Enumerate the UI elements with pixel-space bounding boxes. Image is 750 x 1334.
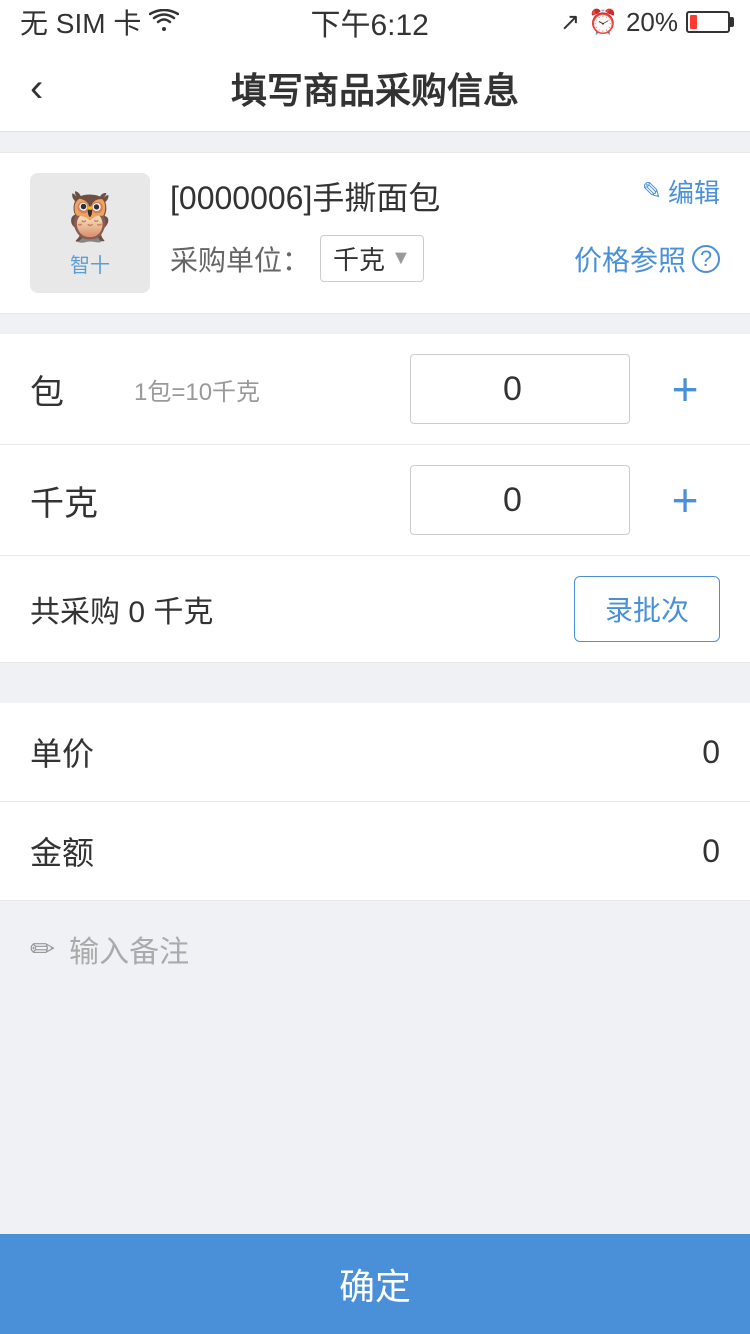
price-ref-label: 价格参照 <box>574 239 686 279</box>
status-right: ↗ ⏰ 20% <box>560 7 730 38</box>
kg-quantity-input[interactable] <box>410 465 630 535</box>
kg-increment-button[interactable]: + <box>650 465 720 535</box>
battery-icon <box>686 11 730 33</box>
alarm-icon: ⏰ <box>588 8 618 37</box>
amount-label: 金额 <box>30 828 702 874</box>
brand-label: 智十 <box>70 249 110 278</box>
unit-price-row: 单价 0 <box>0 703 750 802</box>
kg-label: 千克 <box>30 476 110 525</box>
pack-label: 包 <box>30 365 110 414</box>
pack-increment-button[interactable]: + <box>650 354 720 424</box>
amount-value: 0 <box>702 833 720 870</box>
edit-button[interactable]: ✎ 编辑 <box>642 173 720 210</box>
total-text: 共采购 0 千克 <box>30 587 574 631</box>
product-logo: 🦉 <box>60 188 120 245</box>
unit-value: 千克 <box>333 240 385 277</box>
wifi-icon <box>149 6 179 38</box>
pack-input-row: 包 1包=10千克 + <box>0 334 750 445</box>
section-separator-1 <box>0 314 750 334</box>
product-name: [0000006]手撕面包 <box>170 173 720 219</box>
page-title: 填写商品采购信息 <box>231 62 519 114</box>
back-button[interactable]: ‹ <box>30 68 43 108</box>
product-card: 🦉 智十 ✎ 编辑 [0000006]手撕面包 采购单位： 千克 ▼ 价格参照 … <box>0 152 750 314</box>
kg-input-row: 千克 + <box>0 445 750 556</box>
product-unit-row: 采购单位： 千克 ▼ 价格参照 ? <box>170 235 720 282</box>
unit-price-label: 单价 <box>30 729 702 775</box>
pack-input-section: 包 1包=10千克 + 千克 + 共采购 0 千克 录批次 <box>0 334 750 663</box>
price-reference-button[interactable]: 价格参照 ? <box>574 239 720 279</box>
pricing-section: 单价 0 金额 0 <box>0 703 750 901</box>
battery-percent: 20% <box>626 7 678 38</box>
info-icon: ? <box>692 245 720 273</box>
pack-quantity-input[interactable] <box>410 354 630 424</box>
nav-bar: ‹ 填写商品采购信息 <box>0 44 750 132</box>
product-info: ✎ 编辑 [0000006]手撕面包 采购单位： 千克 ▼ 价格参照 ? <box>170 173 720 282</box>
remark-section[interactable]: ✏ 输入备注 <box>0 901 750 997</box>
pack-sublabel: 1包=10千克 <box>134 372 260 407</box>
edit-icon: ✎ <box>642 177 662 206</box>
confirm-button[interactable]: 确定 <box>0 1234 750 1334</box>
status-left: 无 SIM 卡 <box>20 2 179 42</box>
amount-row: 金额 0 <box>0 802 750 901</box>
time-display: 下午6:12 <box>310 0 428 44</box>
dropdown-arrow-icon: ▼ <box>391 247 411 270</box>
unit-label: 采购单位： <box>170 239 310 279</box>
location-icon: ↗ <box>560 8 580 37</box>
unit-selector[interactable]: 采购单位： 千克 ▼ <box>170 235 424 282</box>
total-row: 共采购 0 千克 录批次 <box>0 556 750 663</box>
remark-placeholder: 输入备注 <box>69 927 189 971</box>
product-thumbnail: 🦉 智十 <box>30 173 150 293</box>
edit-label: 编辑 <box>668 173 720 210</box>
carrier-text: 无 SIM 卡 <box>20 2 141 42</box>
batch-record-button[interactable]: 录批次 <box>574 576 720 642</box>
unit-price-value: 0 <box>702 734 720 771</box>
pencil-icon: ✏ <box>30 932 55 967</box>
unit-select-dropdown[interactable]: 千克 ▼ <box>320 235 424 282</box>
status-bar: 无 SIM 卡 下午6:12 ↗ ⏰ 20% <box>0 0 750 44</box>
section-separator-2 <box>0 663 750 683</box>
